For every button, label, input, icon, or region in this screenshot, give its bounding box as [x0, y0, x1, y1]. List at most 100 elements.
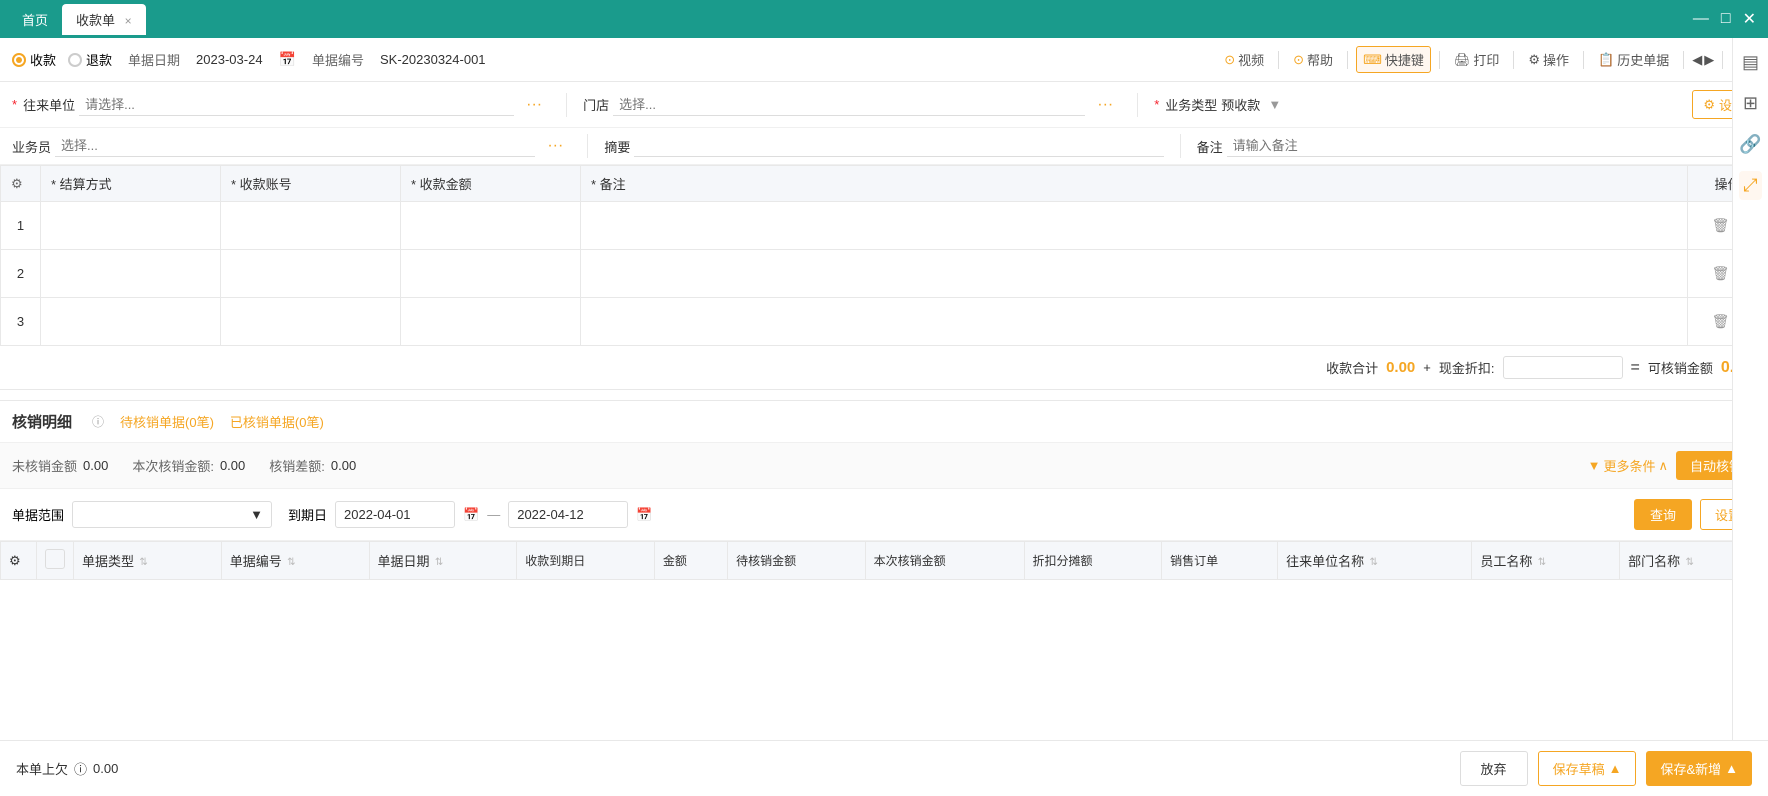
partner-more-btn[interactable]: ···	[518, 96, 550, 114]
dept-sort-icon[interactable]: ⇅	[1686, 557, 1694, 568]
cal-to-icon[interactable]: 📅	[636, 507, 652, 523]
nav-arrows: ◀ ▶	[1692, 52, 1714, 68]
form-row-2: 业务员 ··· 摘要 备注	[0, 128, 1768, 165]
biz-type-value: 预收款	[1221, 95, 1260, 114]
shop-label: 门店	[583, 95, 609, 114]
save-draft-dropdown-icon[interactable]: ▲	[1609, 761, 1622, 776]
btcol-settings-header[interactable]: ⚙	[1, 542, 37, 580]
range-label: 单据范围	[12, 505, 64, 524]
btcol-num-header: 单据编号 ⇅	[221, 542, 369, 580]
notice-value: 0.00	[93, 761, 118, 776]
partner-sort-icon[interactable]: ⇅	[1370, 557, 1378, 568]
biz-required: *	[1154, 97, 1159, 112]
side-expand-icon[interactable]: ⤢	[1739, 171, 1761, 200]
save-draft-button[interactable]: 保存草稿 ▲	[1538, 751, 1637, 786]
nav-tab-receipt[interactable]: 收款单 ×	[62, 4, 146, 35]
save-new-button[interactable]: 保存&新增 ▲	[1646, 751, 1752, 786]
plus-sign: +	[1423, 360, 1431, 375]
unchecked-val: 0.00	[83, 458, 108, 473]
date-filter-group: 到期日 📅 — 📅	[288, 501, 652, 528]
prev-arrow-icon[interactable]: ◀	[1692, 52, 1702, 68]
col-settings-header[interactable]: ⚙	[1, 166, 41, 202]
help-btn[interactable]: ⊙ 帮助	[1287, 47, 1339, 72]
staff-more-btn[interactable]: ···	[539, 137, 571, 155]
tab-close-icon[interactable]: ×	[125, 14, 132, 28]
note-label: 备注	[1197, 137, 1223, 156]
calendar-icon[interactable]: 📅	[279, 51, 296, 68]
save-new-dropdown-icon[interactable]: ▲	[1725, 761, 1738, 776]
toolbar: 收款 退款 单据日期 2023-03-24 📅 单据编号 SK-20230324…	[0, 38, 1768, 82]
operation-btn[interactable]: ⚙ 操作	[1522, 47, 1575, 72]
row1-delete-icon[interactable]: 🗑	[1712, 217, 1730, 234]
biz-type-dropdown-icon[interactable]: ▼	[1268, 97, 1281, 112]
btable-settings-icon[interactable]: ⚙	[9, 553, 21, 568]
window-close-icon[interactable]: ✕	[1739, 7, 1760, 31]
row3-payment[interactable]	[41, 298, 221, 346]
verif-stats-row: 未核销金额 0.00 本次核销金额: 0.00 核销差额: 0.00 ▼ 更多条…	[0, 443, 1768, 489]
window-max-icon[interactable]: □	[1717, 8, 1735, 30]
form-divider3	[587, 134, 588, 158]
receipt-type-group: 收款 退款	[12, 50, 112, 69]
side-link-icon[interactable]: 🔗	[1735, 130, 1765, 159]
date-value: 2023-03-24	[196, 52, 263, 67]
row2-num: 2	[1, 250, 41, 298]
num-sort-icon[interactable]: ⇅	[287, 557, 295, 568]
cal-from-icon[interactable]: 📅	[463, 507, 479, 523]
radio-receive[interactable]: 收款	[12, 50, 56, 69]
row1-payment[interactable]	[41, 202, 221, 250]
date-sort-icon[interactable]: ⇅	[435, 557, 443, 568]
range-select[interactable]: ▼	[72, 501, 272, 528]
print-icon: 🖨	[1454, 52, 1471, 68]
type-sort-icon[interactable]: ⇅	[139, 557, 147, 568]
row3-delete-icon[interactable]: 🗑	[1712, 313, 1730, 330]
form-divider4	[1180, 134, 1181, 158]
video-btn[interactable]: ⊙ 视频	[1218, 47, 1270, 72]
row2-note[interactable]	[581, 250, 1688, 298]
help-icon: ⊙	[1293, 52, 1304, 68]
next-arrow-icon[interactable]: ▶	[1704, 52, 1714, 68]
shop-input[interactable]	[613, 94, 1085, 116]
row2-account[interactable]	[221, 250, 401, 298]
row3-account[interactable]	[221, 298, 401, 346]
side-table-icon[interactable]: ▤	[1738, 48, 1763, 77]
more-filter-btn[interactable]: ▼ 更多条件 ∧	[1588, 456, 1668, 475]
query-button[interactable]: 查询	[1634, 499, 1692, 530]
nav-home[interactable]: 首页	[8, 4, 62, 35]
partner-input[interactable]	[79, 94, 514, 116]
row1-note[interactable]	[581, 202, 1688, 250]
row2-amount[interactable]	[401, 250, 581, 298]
row3-note[interactable]	[581, 298, 1688, 346]
summary-input[interactable]	[634, 135, 1163, 157]
current-label: 本次核销金额:	[132, 456, 214, 475]
window-min-icon[interactable]: —	[1689, 8, 1713, 30]
table-settings-icon[interactable]: ⚙	[11, 176, 23, 191]
verif-info-icon[interactable]: ⓘ	[92, 413, 104, 430]
side-grid-icon[interactable]: ⊞	[1739, 89, 1762, 118]
row1-account[interactable]	[221, 202, 401, 250]
row2-delete-icon[interactable]: 🗑	[1712, 265, 1730, 282]
divider4	[1513, 51, 1514, 69]
verif-done-tab[interactable]: 已核销单据(0笔)	[230, 412, 324, 431]
discount-input[interactable]	[1503, 356, 1623, 379]
form-divider1	[566, 93, 567, 117]
table-row: 3 🗑 ⧉	[1, 298, 1768, 346]
partner-label: 往来单位	[23, 95, 75, 114]
print-btn[interactable]: 🖨 打印	[1448, 47, 1506, 72]
abandon-button[interactable]: 放弃	[1460, 751, 1528, 786]
staff-sort-icon[interactable]: ⇅	[1538, 557, 1546, 568]
verif-pending-tab[interactable]: 待核销单据(0笔)	[120, 412, 214, 431]
date-from-input[interactable]	[335, 501, 455, 528]
shortcut-btn[interactable]: ⌨ 快捷键	[1356, 46, 1431, 73]
staff-input[interactable]	[55, 135, 535, 157]
history-btn[interactable]: 📋 历史单据	[1592, 47, 1675, 72]
radio-refund[interactable]: 退款	[68, 50, 112, 69]
row1-amount[interactable]	[401, 202, 581, 250]
check-all-box[interactable]	[45, 549, 65, 569]
note-input[interactable]	[1227, 135, 1756, 157]
total-value: 0.00	[1386, 359, 1415, 376]
date-to-input[interactable]	[508, 501, 628, 528]
shop-more-btn[interactable]: ···	[1089, 96, 1121, 114]
row2-payment[interactable]	[41, 250, 221, 298]
col-amount-header: * 收款金额	[401, 166, 581, 202]
row3-amount[interactable]	[401, 298, 581, 346]
